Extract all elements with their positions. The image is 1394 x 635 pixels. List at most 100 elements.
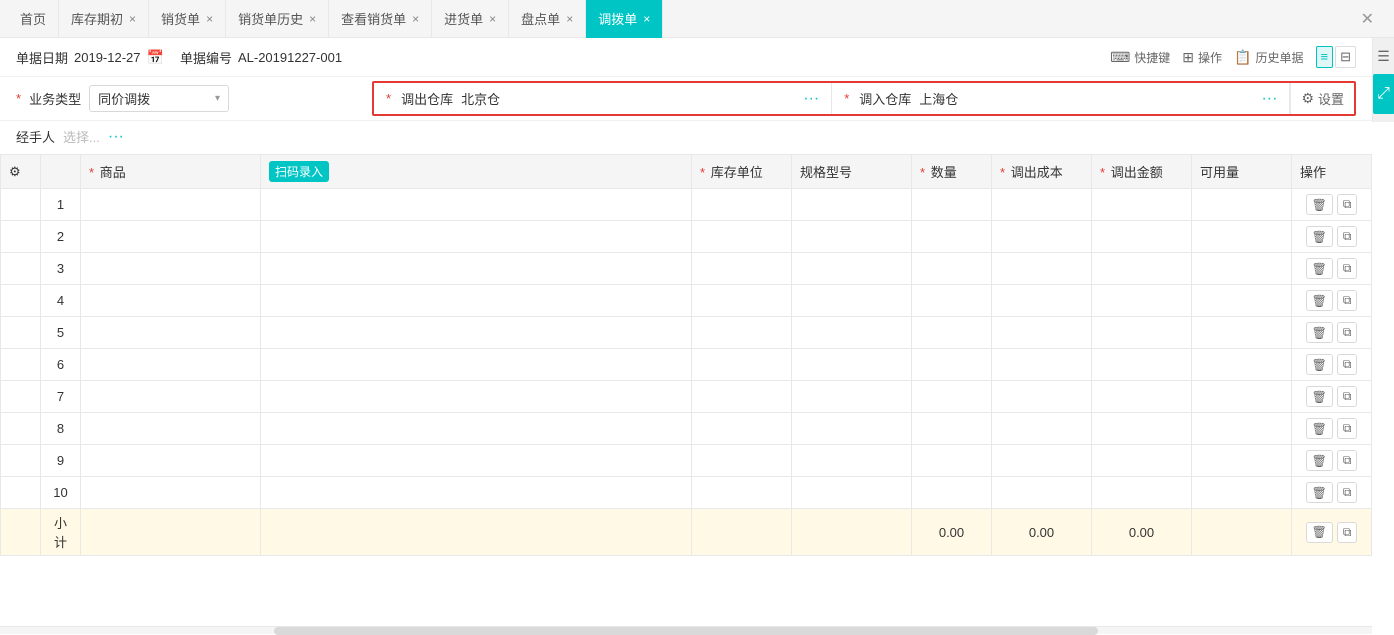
copy-button-4[interactable]: ⧉ — [1337, 290, 1358, 311]
td-product-8[interactable] — [81, 413, 261, 445]
td-qty-8[interactable] — [912, 413, 992, 445]
td-unit-2[interactable] — [692, 221, 792, 253]
td-qty-1[interactable] — [912, 189, 992, 221]
close-icon[interactable]: × — [412, 12, 419, 26]
td-product-5[interactable] — [81, 317, 261, 349]
td-cost-3[interactable] — [992, 253, 1092, 285]
warehouse-settings-button[interactable]: ⚙ 设置 — [1290, 83, 1354, 114]
delete-button-1[interactable]: 🗑 — [1306, 194, 1333, 215]
td-spec-2[interactable] — [792, 221, 912, 253]
td-unit-5[interactable] — [692, 317, 792, 349]
td-cost-4[interactable] — [992, 285, 1092, 317]
td-amount-6[interactable] — [1092, 349, 1192, 381]
delete-subtotal-button[interactable]: 🗑 — [1306, 522, 1333, 543]
copy-button-7[interactable]: ⧉ — [1337, 386, 1358, 407]
td-cost-7[interactable] — [992, 381, 1092, 413]
tab-sales-order[interactable]: 销货单 × — [149, 0, 226, 38]
tab-inventory-check[interactable]: 盘点单 × — [509, 0, 586, 38]
td-spec-7[interactable] — [792, 381, 912, 413]
close-icon[interactable]: × — [129, 12, 136, 26]
copy-button-6[interactable]: ⧉ — [1337, 354, 1358, 375]
scan-button[interactable]: 扫码录入 — [269, 161, 329, 182]
td-amount-4[interactable] — [1092, 285, 1192, 317]
td-unit-1[interactable] — [692, 189, 792, 221]
horizontal-scrollbar[interactable] — [0, 626, 1372, 634]
td-qty-3[interactable] — [912, 253, 992, 285]
td-qty-4[interactable] — [912, 285, 992, 317]
td-qty-9[interactable] — [912, 445, 992, 477]
td-unit-8[interactable] — [692, 413, 792, 445]
td-product-7[interactable] — [81, 381, 261, 413]
delete-button-5[interactable]: 🗑 — [1306, 322, 1333, 343]
td-product-9[interactable] — [81, 445, 261, 477]
layout-grid-button[interactable]: ⊟ — [1335, 46, 1356, 68]
history-button[interactable]: 📋 历史单据 — [1234, 49, 1303, 66]
operate-button[interactable]: ⊞ 操作 — [1182, 49, 1222, 66]
td-amount-1[interactable] — [1092, 189, 1192, 221]
td-qty-2[interactable] — [912, 221, 992, 253]
tab-sales-history[interactable]: 销货单历史 × — [226, 0, 329, 38]
copy-button-3[interactable]: ⧉ — [1337, 258, 1358, 279]
window-close-button[interactable]: ✕ — [1349, 9, 1386, 29]
td-cost-1[interactable] — [992, 189, 1092, 221]
td-amount-2[interactable] — [1092, 221, 1192, 253]
td-cost-6[interactable] — [992, 349, 1092, 381]
td-spec-10[interactable] — [792, 477, 912, 509]
td-amount-9[interactable] — [1092, 445, 1192, 477]
td-product-4[interactable] — [81, 285, 261, 317]
td-cost-2[interactable] — [992, 221, 1092, 253]
td-spec-9[interactable] — [792, 445, 912, 477]
td-spec-5[interactable] — [792, 317, 912, 349]
biz-type-select[interactable]: 同价调拨 ▾ — [89, 85, 229, 112]
td-cost-5[interactable] — [992, 317, 1092, 349]
in-warehouse-more-icon[interactable]: ··· — [1261, 90, 1277, 108]
td-unit-3[interactable] — [692, 253, 792, 285]
out-warehouse-more-icon[interactable]: ··· — [803, 90, 819, 108]
td-product-3[interactable] — [81, 253, 261, 285]
td-unit-10[interactable] — [692, 477, 792, 509]
copy-button-8[interactable]: ⧉ — [1337, 418, 1358, 439]
delete-button-2[interactable]: 🗑 — [1306, 226, 1333, 247]
copy-subtotal-button[interactable]: ⧉ — [1337, 522, 1358, 543]
td-product-10[interactable] — [81, 477, 261, 509]
tab-inventory-initial[interactable]: 库存期初 × — [59, 0, 149, 38]
td-unit-6[interactable] — [692, 349, 792, 381]
td-spec-1[interactable] — [792, 189, 912, 221]
person-more-icon[interactable]: ··· — [108, 128, 124, 146]
delete-button-6[interactable]: 🗑 — [1306, 354, 1333, 375]
delete-button-7[interactable]: 🗑 — [1306, 386, 1333, 407]
close-icon[interactable]: × — [206, 12, 213, 26]
copy-button-10[interactable]: ⧉ — [1337, 482, 1358, 503]
td-qty-6[interactable] — [912, 349, 992, 381]
delete-button-9[interactable]: 🗑 — [1306, 450, 1333, 471]
tab-home[interactable]: 首页 — [8, 0, 59, 38]
copy-button-1[interactable]: ⧉ — [1337, 194, 1358, 215]
sidebar-list-icon[interactable]: ☰ — [1374, 46, 1394, 66]
td-amount-10[interactable] — [1092, 477, 1192, 509]
calendar-icon[interactable]: 📅 — [147, 49, 164, 66]
th-scan[interactable]: 扫码录入 — [261, 155, 692, 189]
close-icon[interactable]: × — [489, 12, 496, 26]
td-product-6[interactable] — [81, 349, 261, 381]
close-icon[interactable]: × — [309, 12, 316, 26]
delete-button-3[interactable]: 🗑 — [1306, 258, 1333, 279]
close-icon[interactable]: × — [643, 12, 650, 26]
td-amount-5[interactable] — [1092, 317, 1192, 349]
td-spec-6[interactable] — [792, 349, 912, 381]
tab-purchase[interactable]: 进货单 × — [432, 0, 509, 38]
td-cost-9[interactable] — [992, 445, 1092, 477]
td-amount-3[interactable] — [1092, 253, 1192, 285]
td-unit-7[interactable] — [692, 381, 792, 413]
td-spec-4[interactable] — [792, 285, 912, 317]
td-unit-9[interactable] — [692, 445, 792, 477]
td-product-2[interactable] — [81, 221, 261, 253]
delete-button-4[interactable]: 🗑 — [1306, 290, 1333, 311]
td-amount-7[interactable] — [1092, 381, 1192, 413]
td-qty-10[interactable] — [912, 477, 992, 509]
td-cost-10[interactable] — [992, 477, 1092, 509]
layout-list-button[interactable]: ≡ — [1316, 46, 1334, 68]
td-qty-7[interactable] — [912, 381, 992, 413]
th-settings[interactable]: ⚙ — [1, 155, 41, 189]
copy-button-5[interactable]: ⧉ — [1337, 322, 1358, 343]
close-icon[interactable]: × — [566, 12, 573, 26]
